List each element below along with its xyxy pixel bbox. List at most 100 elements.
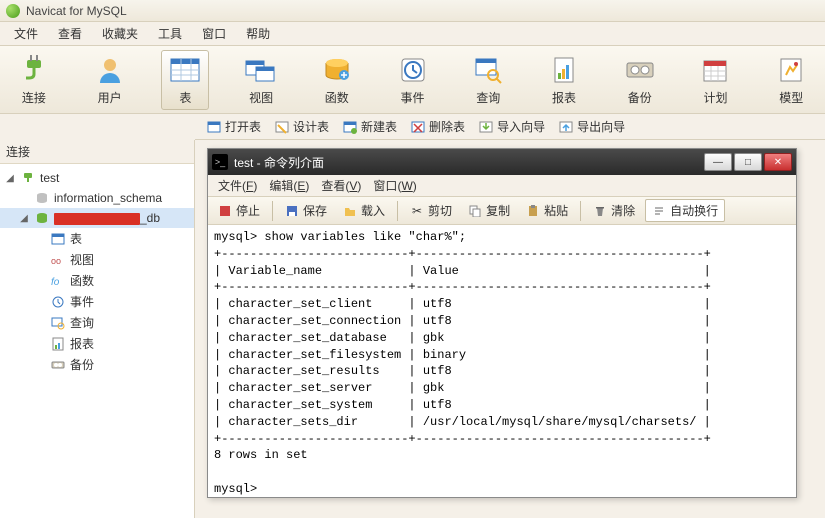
expand-icon[interactable]: ◢	[4, 173, 16, 184]
menu-tools[interactable]: 工具	[148, 23, 192, 44]
sub-open-table[interactable]: 打开表	[201, 116, 267, 137]
plug-icon	[20, 170, 36, 186]
window-buttons: — □ ✕	[704, 153, 792, 171]
toolbar-view-label: 视图	[249, 89, 273, 106]
sub-export[interactable]: 导出向导	[553, 116, 631, 137]
toolbar-user[interactable]: 用户	[86, 50, 134, 110]
console-save[interactable]: 保存	[279, 200, 333, 221]
paste-icon	[526, 204, 540, 218]
sub-open-label: 打开表	[225, 118, 261, 135]
sub-design-label: 设计表	[293, 118, 329, 135]
expand-icon[interactable]: ◢	[18, 213, 30, 224]
scissors-icon: ✂	[410, 204, 424, 218]
menu-favorites[interactable]: 收藏夹	[92, 23, 148, 44]
toolbar-connect-label: 连接	[22, 89, 46, 106]
tree-connection-test[interactable]: ◢ test	[0, 168, 194, 188]
console-stop[interactable]: 停止	[212, 200, 266, 221]
toolbar-report[interactable]: 报表	[540, 50, 588, 110]
minimize-button[interactable]: —	[704, 153, 732, 171]
tree-db2-label: _db	[54, 211, 160, 225]
toolbar-event[interactable]: 事件	[389, 50, 437, 110]
query-icon	[471, 53, 505, 87]
terminal-icon: >_	[212, 154, 228, 170]
tree-db-current[interactable]: ◢ _db	[0, 208, 194, 228]
maximize-button[interactable]: □	[734, 153, 762, 171]
toolbar-function[interactable]: 函数	[313, 50, 361, 110]
console-menu-file[interactable]: 文件(F)	[212, 175, 263, 196]
tree-events[interactable]: 事件	[0, 291, 194, 312]
menu-window[interactable]: 窗口	[192, 23, 236, 44]
console-output[interactable]: mysql> show variables like "char%"; +---…	[208, 225, 796, 497]
sub-delete-label: 删除表	[429, 118, 465, 135]
toolbar-backup[interactable]: 备份	[616, 50, 664, 110]
connection-tree: ◢ test information_schema ◢ _db 表 oo视图 f…	[0, 164, 194, 379]
console-menu-window[interactable]: 窗口(W)	[367, 175, 422, 196]
toolbar-table[interactable]: 表	[161, 50, 209, 110]
toolbar-user-label: 用户	[98, 89, 122, 106]
console-menu-edit[interactable]: 编辑(E)	[263, 175, 315, 196]
view-icon: oo	[50, 252, 66, 268]
save-icon	[285, 204, 299, 218]
tree-db1-label: information_schema	[54, 191, 162, 205]
toolbar-report-label: 报表	[552, 89, 576, 106]
tree-db-information-schema[interactable]: information_schema	[0, 188, 194, 208]
backup-icon	[50, 357, 66, 373]
menu-file[interactable]: 文件	[4, 23, 48, 44]
toolbar-view[interactable]: 视图	[237, 50, 285, 110]
tree-queries[interactable]: 查询	[0, 312, 194, 333]
sub-export-label: 导出向导	[577, 118, 625, 135]
tree-connection-label: test	[40, 171, 59, 185]
separator	[272, 201, 273, 221]
database-icon	[34, 190, 50, 206]
close-button[interactable]: ✕	[764, 153, 792, 171]
copy-icon	[468, 204, 482, 218]
toolbar-schedule-label: 计划	[703, 89, 727, 106]
sub-new-table[interactable]: 新建表	[337, 116, 403, 137]
toolbar-query-label: 查询	[476, 89, 500, 106]
calendar-icon	[698, 53, 732, 87]
content-area: >_ test - 命令列介面 — □ ✕ 文件(F) 编辑(E) 查看(V) …	[195, 140, 825, 518]
console-wrap-toggle[interactable]: 自动换行	[645, 199, 725, 222]
tree-functions[interactable]: fo函数	[0, 270, 194, 291]
console-titlebar[interactable]: >_ test - 命令列介面 — □ ✕	[208, 149, 796, 175]
console-toolbar: 停止 保存 载入 ✂剪切 复制 粘贴 清除 自动换行	[208, 197, 796, 225]
view-icon	[244, 53, 278, 87]
menu-help[interactable]: 帮助	[236, 23, 280, 44]
event-icon	[396, 53, 430, 87]
menu-view[interactable]: 查看	[48, 23, 92, 44]
wrap-icon	[652, 204, 666, 218]
sub-import[interactable]: 导入向导	[473, 116, 551, 137]
trash-icon	[593, 204, 607, 218]
console-cut[interactable]: ✂剪切	[404, 200, 458, 221]
console-menubar: 文件(F) 编辑(E) 查看(V) 窗口(W)	[208, 175, 796, 197]
plug-icon	[17, 53, 51, 87]
toolbar-model[interactable]: 模型	[767, 50, 815, 110]
function-icon: fo	[50, 273, 66, 289]
console-clear[interactable]: 清除	[587, 200, 641, 221]
toolbar-schedule[interactable]: 计划	[692, 50, 740, 110]
sidebar: 连接 ◢ test information_schema ◢ _db 表 oo视…	[0, 140, 195, 518]
tree-views[interactable]: oo视图	[0, 249, 194, 270]
main-area: 连接 ◢ test information_schema ◢ _db 表 oo视…	[0, 140, 825, 518]
console-paste[interactable]: 粘贴	[520, 200, 574, 221]
tree-tables[interactable]: 表	[0, 228, 194, 249]
console-load[interactable]: 载入	[337, 200, 391, 221]
sub-delete-table[interactable]: 删除表	[405, 116, 471, 137]
toolbar-connect[interactable]: 连接	[10, 50, 58, 110]
toolbar-event-label: 事件	[401, 89, 425, 106]
svg-text:fo: fo	[51, 277, 60, 288]
app-title: Navicat for MySQL	[26, 4, 127, 18]
sub-design-table[interactable]: 设计表	[269, 116, 335, 137]
console-copy[interactable]: 复制	[462, 200, 516, 221]
tree-backups[interactable]: 备份	[0, 354, 194, 375]
redacted-dbname	[54, 213, 140, 225]
toolbar-function-label: 函数	[325, 89, 349, 106]
user-icon	[93, 53, 127, 87]
database-icon	[34, 210, 50, 226]
toolbar-query[interactable]: 查询	[464, 50, 512, 110]
console-menu-view[interactable]: 查看(V)	[315, 175, 367, 196]
backup-icon	[623, 53, 657, 87]
console-window: >_ test - 命令列介面 — □ ✕ 文件(F) 编辑(E) 查看(V) …	[207, 148, 797, 498]
tree-reports[interactable]: 报表	[0, 333, 194, 354]
toolbar-backup-label: 备份	[628, 89, 652, 106]
